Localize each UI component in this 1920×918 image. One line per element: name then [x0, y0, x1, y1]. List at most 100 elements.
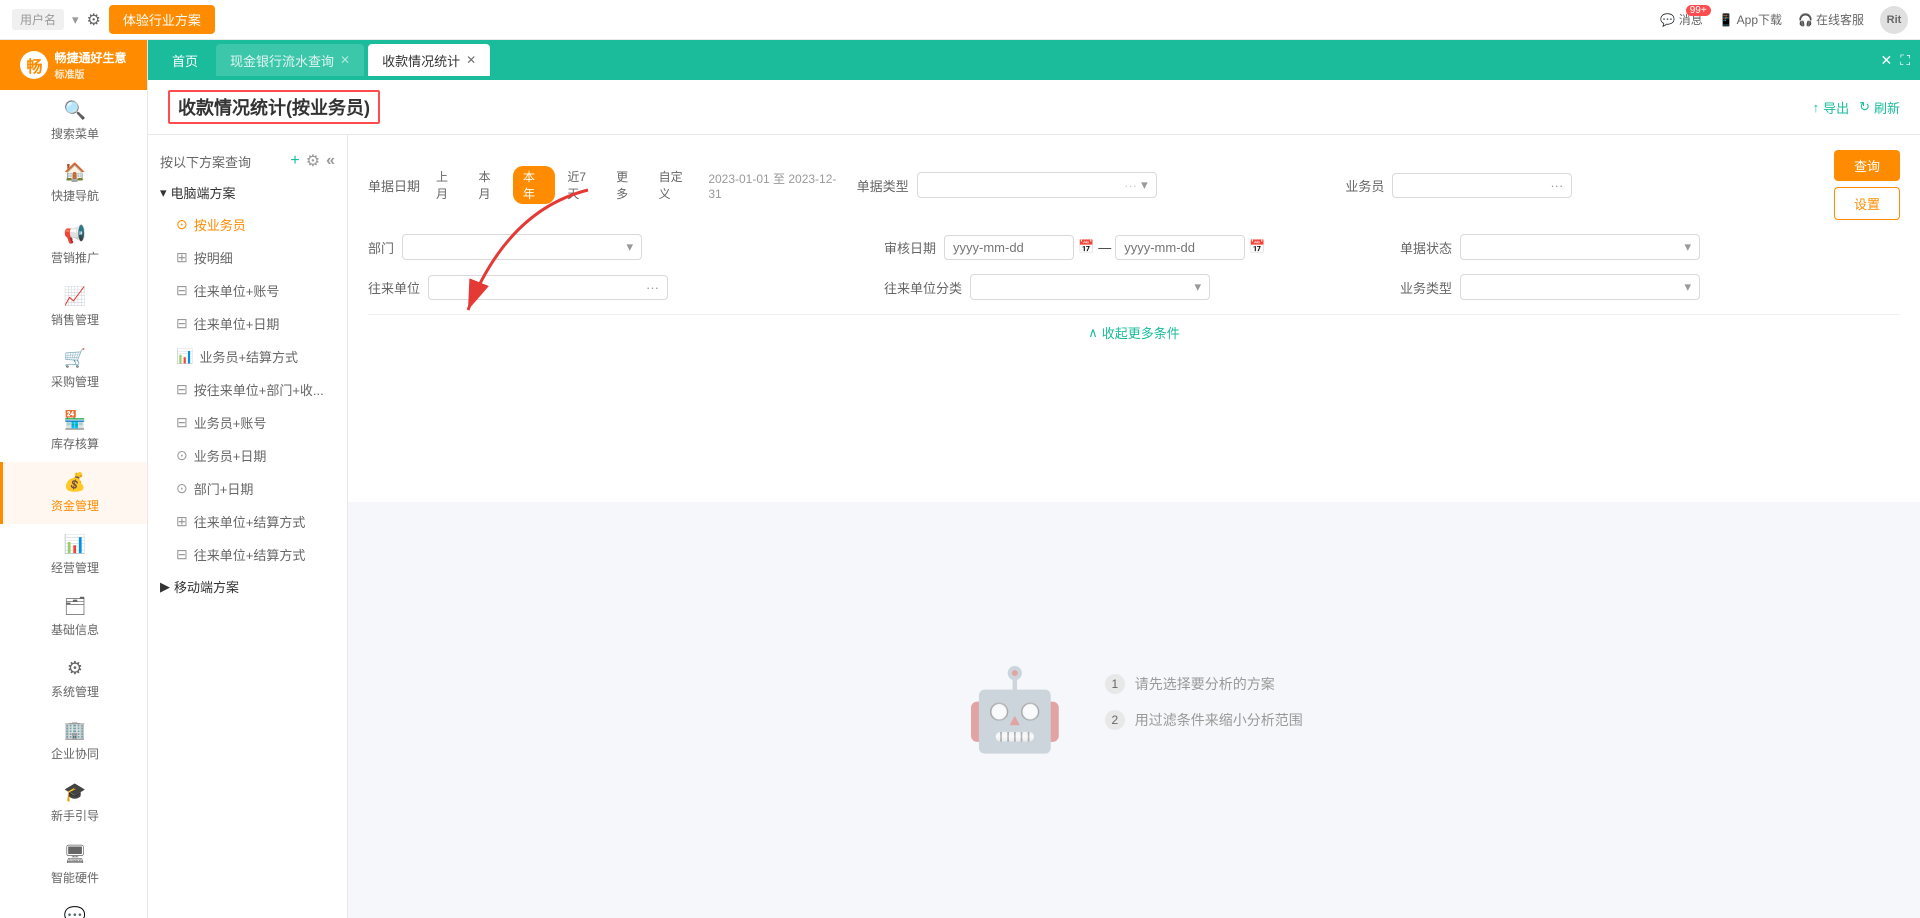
- dept-select[interactable]: ▾: [402, 234, 642, 260]
- tabs-bar: 首页 现金银行流水查询 ✕ 收款情况统计 ✕ ✕ ⛶: [148, 40, 1920, 80]
- calendar-to-icon[interactable]: 📅: [1249, 239, 1265, 255]
- page-title: 收款情况统计(按业务员): [168, 90, 380, 124]
- user-avatar[interactable]: Rit: [1880, 6, 1908, 34]
- scheme-item-detail[interactable]: ⊞ 按明细: [148, 241, 347, 274]
- message-icon: 💬: [1660, 13, 1675, 27]
- system-icon: ⚙: [67, 658, 83, 679]
- doc-status-select[interactable]: ▾: [1460, 234, 1700, 260]
- sidebar-item-inventory[interactable]: 🏪 库存核算: [0, 400, 147, 462]
- tab-receipt-close[interactable]: ✕: [466, 53, 476, 67]
- sidebar-item-marketing-label: 营销推广: [51, 249, 99, 266]
- scheme-item-partner-settle1[interactable]: ⊞ 往来单位+结算方式: [148, 505, 347, 538]
- collapse-sidebar-btn[interactable]: «: [326, 152, 335, 170]
- sidebar-item-purchase-label: 采购管理: [51, 373, 99, 390]
- date-tab-this-year[interactable]: 本年: [513, 166, 555, 204]
- sidebar-item-system[interactable]: ⚙ 系统管理: [0, 648, 147, 710]
- sidebar-item-base[interactable]: 🗂 基础信息: [0, 586, 147, 648]
- scheme-item-dept-date[interactable]: ⊙ 部门+日期: [148, 472, 347, 505]
- scheme-item-partner-date[interactable]: ⊟ 往来单位+日期: [148, 307, 347, 340]
- salesperson-select[interactable]: ···: [1392, 173, 1572, 198]
- tab-bank-close[interactable]: ✕: [340, 53, 350, 67]
- audit-date-inputs: 📅 — 📅: [944, 235, 1265, 260]
- sidebar-item-finance[interactable]: 💰 资金管理: [0, 462, 147, 524]
- settings-scheme-btn[interactable]: ⚙: [306, 151, 320, 171]
- sidebar-item-sales[interactable]: 📈 销售管理: [0, 276, 147, 338]
- app-download-btn[interactable]: 📱 App下载: [1719, 11, 1782, 28]
- scheme-item-sales-account[interactable]: ⊟ 业务员+账号: [148, 406, 347, 439]
- page-actions: ↑ 导出 ↻ 刷新: [1813, 98, 1900, 117]
- expand-mobile-icon: ▶: [160, 579, 170, 595]
- sidebar-item-wechat[interactable]: 💬 企业微信: [0, 896, 147, 918]
- maximize-icon[interactable]: ⛶: [1900, 52, 1910, 69]
- close-all-icon[interactable]: ✕: [1880, 52, 1892, 69]
- biz-type-filter-group: 业务类型 ▾: [1400, 274, 1900, 300]
- date-tab-this-month[interactable]: 本月: [470, 166, 508, 204]
- messages-btn[interactable]: 💬 消息 99+: [1660, 11, 1702, 28]
- date-tab-custom[interactable]: 自定义: [651, 166, 701, 204]
- tab-home[interactable]: 首页: [158, 44, 212, 76]
- sidebar-item-marketing[interactable]: 📢 营销推广: [0, 214, 147, 276]
- scheme-group-desktop-title[interactable]: ▾ 电脑端方案: [148, 177, 347, 208]
- scheme-label-7: 业务员+日期: [194, 446, 267, 465]
- sidebar-item-hardware[interactable]: 🖥 智能硬件: [0, 834, 147, 896]
- partner-select[interactable]: ···: [428, 275, 668, 300]
- query-button[interactable]: 查询: [1834, 150, 1900, 181]
- filter-main: 单据日期 上月 本月 本年 近7天 更多 自定义 2023-01-01 至 20…: [348, 135, 1920, 502]
- sidebar-item-newbie-label: 新手引导: [51, 807, 99, 824]
- export-button[interactable]: ↑ 导出: [1813, 98, 1850, 117]
- top-bar-right: 💬 消息 99+ 📱 App下载 🎧 在线客服 Rit: [1660, 6, 1908, 34]
- date-tab-last-month[interactable]: 上月: [428, 166, 466, 204]
- sidebar-item-base-label: 基础信息: [51, 621, 99, 638]
- sales-icon: 📈: [64, 286, 86, 307]
- scheme-item-partner-account[interactable]: ⊟ 往来单位+账号: [148, 274, 347, 307]
- online-service-btn[interactable]: 🎧 在线客服: [1798, 11, 1864, 28]
- dept-filter-group: 部门 ▾: [368, 234, 868, 260]
- add-scheme-btn[interactable]: +: [290, 152, 299, 170]
- scheme-item-sales-date[interactable]: ⊙ 业务员+日期: [148, 439, 347, 472]
- filter-row-1: 单据日期 上月 本月 本年 近7天 更多 自定义 2023-01-01 至 20…: [368, 150, 1900, 220]
- sidebar-item-purchase[interactable]: 🛒 采购管理: [0, 338, 147, 400]
- sidebar-item-nav-label: 快捷导航: [51, 187, 99, 204]
- date-filter-group: 单据日期 上月 本月 本年 近7天 更多 自定义 2023-01-01 至 20…: [368, 166, 841, 204]
- audit-date-from[interactable]: [944, 235, 1074, 260]
- scheme-item-salesperson[interactable]: ⊙ 按业务员: [148, 208, 347, 241]
- date-label: 单据日期: [368, 176, 420, 195]
- inventory-icon: 🏪: [64, 410, 86, 431]
- set-button[interactable]: 设置: [1834, 187, 1900, 220]
- refresh-button[interactable]: ↻ 刷新: [1859, 98, 1900, 117]
- enterprise-icon: 🏢: [64, 720, 86, 741]
- date-tab-7days[interactable]: 近7天: [559, 166, 604, 204]
- top-bar: 用户名 ▾ ⚙ 体验行业方案 💬 消息 99+ 📱 App下载 🎧 在线客服 R…: [0, 0, 1920, 40]
- hardware-icon: 🖥: [64, 844, 87, 865]
- collapse-btn[interactable]: ∧ 收起更多条件: [368, 314, 1900, 350]
- tab-bank[interactable]: 现金银行流水查询 ✕: [216, 44, 364, 76]
- scheme-label-5: 按往来单位+部门+收...: [194, 380, 324, 399]
- partner-type-chevron: ▾: [1194, 279, 1201, 295]
- audit-date-to[interactable]: [1115, 235, 1245, 260]
- dropdown-icon[interactable]: ▾: [72, 12, 79, 28]
- tabs-actions: ✕ ⛶: [1880, 52, 1910, 69]
- calendar-from-icon[interactable]: 📅: [1078, 239, 1094, 255]
- filter-row-3: 往来单位 ··· 往来单位分类 ▾: [368, 274, 1900, 300]
- scheme-icon-9: ⊞: [176, 513, 188, 530]
- sidebar-item-nav[interactable]: 🏠 快捷导航: [0, 152, 147, 214]
- scheme-group-mobile-title[interactable]: ▶ 移动端方案: [148, 571, 347, 602]
- tab-receipt[interactable]: 收款情况统计 ✕: [368, 44, 490, 76]
- partner-label: 往来单位: [368, 278, 420, 297]
- sidebar-item-newbie[interactable]: 🎓 新手引导: [0, 772, 147, 834]
- date-tab-more[interactable]: 更多: [608, 166, 646, 204]
- settings-icon[interactable]: ⚙: [87, 10, 101, 30]
- nav-icon: 🏠: [64, 162, 86, 183]
- doc-type-select[interactable]: ··· ▾: [917, 172, 1157, 198]
- trial-button[interactable]: 体验行业方案: [109, 5, 215, 34]
- sidebar-item-enterprise[interactable]: 🏢 企业协同: [0, 710, 147, 772]
- action-buttons: 查询 设置: [1834, 150, 1900, 220]
- scheme-item-partner-settle2[interactable]: ⊟ 往来单位+结算方式: [148, 538, 347, 571]
- scheme-item-partner-dept[interactable]: ⊟ 按往来单位+部门+收...: [148, 373, 347, 406]
- sidebar-item-operations[interactable]: 📊 经营管理: [0, 524, 147, 586]
- scheme-item-sales-settle[interactable]: 📊 业务员+结算方式: [148, 340, 347, 373]
- filter-row-2: 部门 ▾ 审核日期 📅: [368, 234, 1900, 260]
- partner-type-select[interactable]: ▾: [970, 274, 1210, 300]
- sidebar-item-search[interactable]: 🔍 搜索菜单: [0, 90, 147, 152]
- biz-type-select[interactable]: ▾: [1460, 274, 1700, 300]
